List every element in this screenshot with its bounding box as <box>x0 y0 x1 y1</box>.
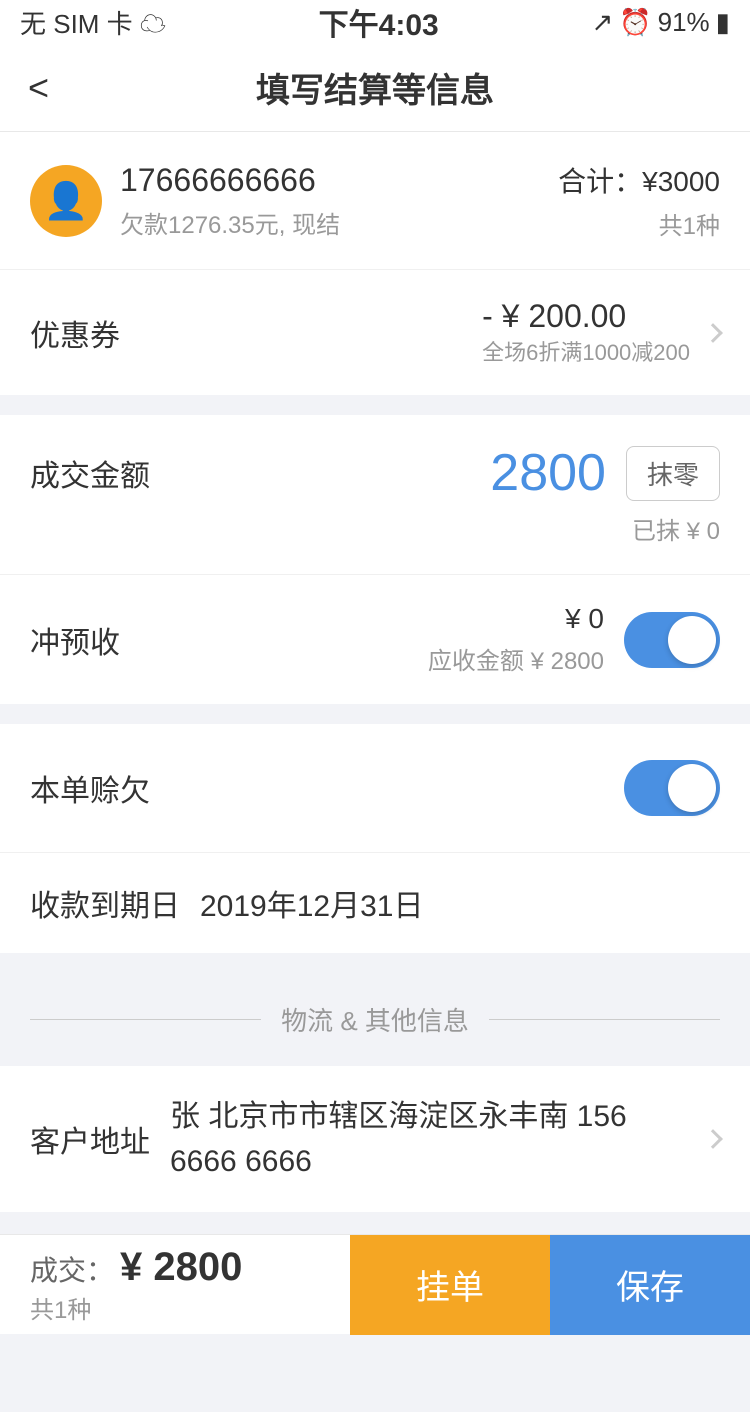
bottom-count: 共1种 <box>30 1290 320 1325</box>
coupon-row[interactable]: 优惠券 - ¥ 200.00 全场6折满1000减200 <box>0 269 750 395</box>
avatar: 👤 <box>30 165 102 237</box>
section-gap-1 <box>0 395 750 415</box>
debit-row: 本单赊欠 <box>0 724 750 852</box>
debit-label: 本单赊欠 <box>30 766 150 810</box>
toggle-knob <box>668 616 716 664</box>
divider-text: 物流 & 其他信息 <box>281 1001 469 1038</box>
deal-section: 成交金额 2800 抹零 已抹 ¥ 0 冲预收 ¥ 0 应收金额 ¥ 2800 <box>0 415 750 704</box>
customer-right: 合计：¥3000 共1种 <box>558 160 720 241</box>
bottom-info: 成交： ¥ 2800 共1种 <box>0 1245 350 1325</box>
address-label: 客户地址 <box>30 1117 150 1161</box>
nav-bar: < 填写结算等信息 <box>0 44 750 132</box>
prereceive-row: 冲预收 ¥ 0 应收金额 ¥ 2800 <box>0 574 750 704</box>
prereceive-label: 冲预收 <box>30 618 120 662</box>
address-chevron-icon <box>703 1129 723 1149</box>
address-value: 张 北京市市辖区海淀区永丰南 156 6666 6666 <box>170 1094 696 1184</box>
customer-left: 👤 17666666666 欠款1276.35元, 现结 <box>30 162 340 240</box>
sim-label: 无 SIM 卡 ☁ <box>20 4 166 41</box>
deal-amount: 2800 <box>490 443 606 503</box>
coupon-discount: - ¥ 200.00 <box>482 298 696 335</box>
status-bar: 无 SIM 卡 ☁ 下午4:03 ↗ ⏰ 91% ▮ <box>0 0 750 44</box>
customer-info: 17666666666 欠款1276.35元, 现结 <box>120 162 340 240</box>
customer-debt: 欠款1276.35元, 现结 <box>120 205 340 240</box>
debit-toggle-knob <box>668 764 716 812</box>
coupon-right: - ¥ 200.00 全场6折满1000减200 <box>482 298 720 367</box>
battery-icon: ▮ <box>716 7 730 38</box>
alarm-icon: ⏰ <box>619 7 651 38</box>
section-gap-2 <box>0 704 750 724</box>
page-title: 填写结算等信息 <box>256 63 494 112</box>
deal-right: 2800 抹零 <box>490 443 720 503</box>
bottom-deal-label: 成交： <box>30 1249 114 1289</box>
status-time: 下午4:03 <box>319 0 439 44</box>
deal-label: 成交金额 <box>30 451 150 495</box>
logistics-divider: 物流 & 其他信息 <box>0 973 750 1066</box>
duedate-label: 收款到期日 <box>30 881 180 925</box>
save-button[interactable]: 保存 <box>550 1235 750 1335</box>
divider-line-left <box>30 1019 261 1020</box>
deal-amount-row: 成交金额 2800 抹零 已抹 ¥ 0 <box>0 415 750 574</box>
battery-label: 91% <box>658 7 710 38</box>
debit-toggle[interactable] <box>624 760 720 816</box>
deal-sub: 已抹 ¥ 0 <box>30 511 720 546</box>
avatar-icon: 👤 <box>44 180 89 222</box>
bottom-bar: 成交： ¥ 2800 共1种 挂单 保存 <box>0 1234 750 1334</box>
duedate-value: 2019年12月31日 <box>200 881 423 925</box>
prereceive-right: ¥ 0 应收金额 ¥ 2800 <box>428 603 720 676</box>
bottom-deal-amount: ¥ 2800 <box>120 1245 242 1290</box>
address-row[interactable]: 客户地址 张 北京市市辖区海淀区永丰南 156 6666 6666 <box>0 1066 750 1212</box>
chevron-right-icon <box>703 323 723 343</box>
total-count: 共1种 <box>558 206 720 241</box>
total-amount: 合计：¥3000 <box>558 160 720 200</box>
prereceive-main: ¥ 0 <box>428 603 604 635</box>
section-gap-3 <box>0 953 750 973</box>
address-section: 客户地址 张 北京市市辖区海淀区永丰南 156 6666 6666 <box>0 1066 750 1212</box>
prereceive-toggle[interactable] <box>624 612 720 668</box>
prereceive-amounts: ¥ 0 应收金额 ¥ 2800 <box>428 603 604 676</box>
hang-button[interactable]: 挂单 <box>350 1235 550 1335</box>
customer-section: 👤 17666666666 欠款1276.35元, 现结 合计：¥3000 共1… <box>0 132 750 395</box>
coupon-detail: 全场6折满1000减200 <box>482 335 690 367</box>
status-right: ↗ ⏰ 91% ▮ <box>591 7 730 38</box>
status-left: 无 SIM 卡 ☁ <box>20 4 166 41</box>
prereceive-sub: 应收金额 ¥ 2800 <box>428 641 604 676</box>
customer-phone: 17666666666 <box>120 162 340 199</box>
debit-section: 本单赊欠 收款到期日 2019年12月31日 <box>0 724 750 953</box>
duedate-row: 收款到期日 2019年12月31日 <box>0 852 750 953</box>
deal-row: 成交金额 2800 抹零 <box>30 443 720 503</box>
customer-row: 👤 17666666666 欠款1276.35元, 现结 合计：¥3000 共1… <box>0 132 750 269</box>
coupon-label: 优惠券 <box>30 311 120 355</box>
back-button[interactable]: < <box>28 67 49 109</box>
location-icon: ↗ <box>591 7 613 38</box>
round-button[interactable]: 抹零 <box>626 446 720 501</box>
divider-line-right <box>489 1019 720 1020</box>
